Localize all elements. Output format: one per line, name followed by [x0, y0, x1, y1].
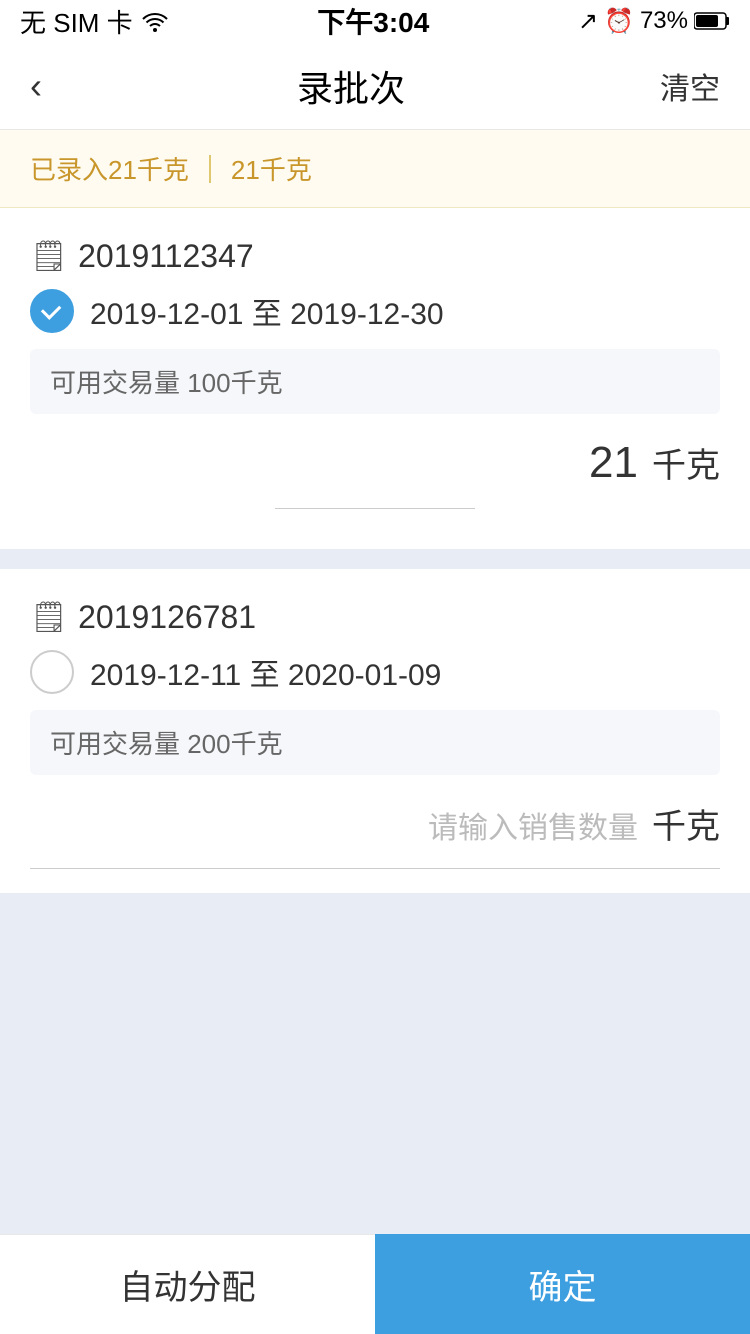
auto-distribute-button[interactable]: 自动分配	[0, 1234, 375, 1334]
bottom-bar: 自动分配 确定	[0, 1234, 750, 1334]
status-left: 无 SIM 卡	[20, 3, 169, 40]
batch1-available: 可用交易量 100千克	[30, 349, 720, 414]
section-separator	[0, 549, 750, 569]
batch2-icon: 🗒	[30, 600, 68, 635]
batch1-card: 🗒 2019112347 2019-12-01 至 2019-12-30 可用交…	[0, 208, 750, 414]
batch1-amount-unit: 千克	[652, 438, 720, 487]
batch1-date: 2019-12-01 至 2019-12-30	[90, 289, 444, 333]
nav-bar: ‹ 录批次 清空	[0, 42, 750, 130]
battery-icon	[694, 11, 730, 31]
location-icon: ↗	[578, 7, 598, 36]
batch1-amount-value: 21	[589, 438, 638, 488]
batch1-amount-row: 21 千克	[0, 414, 750, 508]
batch1-icon: 🗒	[30, 239, 68, 274]
batch2-card: 🗒 2019126781 2019-12-11 至 2020-01-09 可用交…	[0, 569, 750, 775]
batch2-input-unit: 千克	[652, 799, 720, 848]
batch2-input-row[interactable]: 请输入销售数量 千克	[0, 775, 750, 868]
batch2-available: 可用交易量 200千克	[30, 710, 720, 775]
batch1-header: 🗒 2019112347	[30, 238, 720, 275]
batch2-date: 2019-12-11 至 2020-01-09	[90, 650, 441, 694]
batch2-radio[interactable]	[30, 650, 74, 694]
recorded-amount: 21千克	[231, 150, 312, 187]
status-right: ↗ ⏰ 73%	[578, 7, 730, 36]
batch1-radio[interactable]	[30, 289, 74, 333]
batch2-header: 🗒 2019126781	[30, 599, 720, 636]
alarm-icon: ⏰	[604, 7, 634, 36]
batch1-date-row[interactable]: 2019-12-01 至 2019-12-30	[30, 289, 720, 333]
batch2-date-row[interactable]: 2019-12-11 至 2020-01-09	[30, 650, 720, 694]
batch2-underline	[30, 868, 720, 869]
recorded-label: 已录入21千克	[30, 150, 189, 187]
clear-button[interactable]: 清空	[660, 64, 720, 108]
battery-text: 73%	[640, 7, 688, 35]
confirm-button[interactable]: 确定	[375, 1234, 750, 1334]
back-button[interactable]: ‹	[30, 65, 42, 107]
batch2-number: 2019126781	[78, 599, 256, 636]
batch2-underline-wrap	[0, 868, 750, 893]
wifi-icon	[141, 10, 169, 32]
batch1-number: 2019112347	[78, 238, 254, 275]
batch2-input-placeholder: 请输入销售数量	[428, 803, 638, 847]
page-title: 录批次	[297, 60, 405, 112]
carrier-text: 无 SIM 卡	[20, 3, 133, 40]
banner-divider	[209, 155, 211, 183]
status-time: 下午3:04	[317, 1, 429, 41]
info-banner: 已录入21千克 21千克	[0, 130, 750, 208]
status-bar: 无 SIM 卡 下午3:04 ↗ ⏰ 73%	[0, 0, 750, 42]
batch1-divider	[275, 508, 475, 509]
